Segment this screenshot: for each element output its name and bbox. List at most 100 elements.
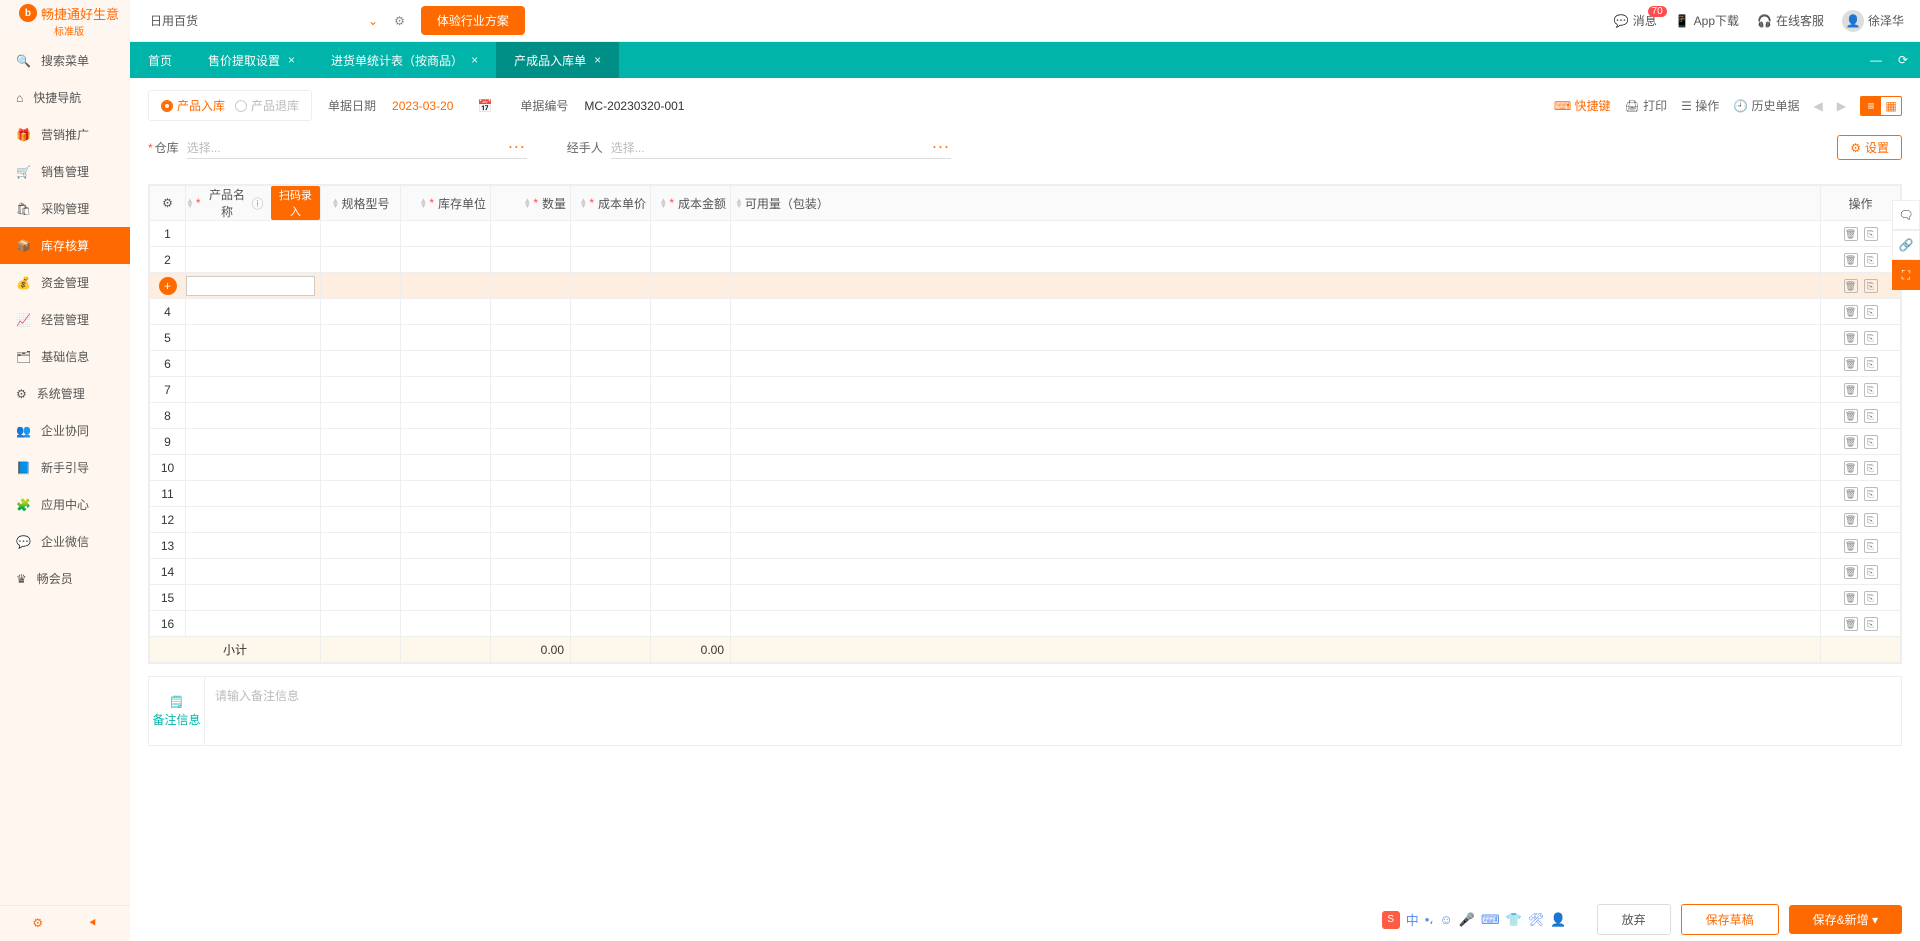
delete-row-icon[interactable]: 🗑 bbox=[1844, 539, 1858, 553]
save-draft-button[interactable]: 保存草稿 bbox=[1681, 904, 1779, 935]
sidebar-item-sales[interactable]: 🛒销售管理 bbox=[0, 153, 130, 190]
sidebar-item-search[interactable]: 🔍搜索菜单 bbox=[0, 42, 130, 79]
sidebar-item-purchase[interactable]: 🛍采购管理 bbox=[0, 190, 130, 227]
tab-purchase-report[interactable]: 进货单统计表（按商品）× bbox=[313, 42, 496, 78]
col-unit-header[interactable]: ▲▼*库存单位 bbox=[401, 186, 491, 221]
copy-row-icon[interactable]: ⎘ bbox=[1864, 487, 1878, 501]
table-row[interactable]: 13🗑⎘ bbox=[150, 533, 1901, 559]
scan-input-button[interactable]: 扫码录入 bbox=[271, 186, 320, 220]
copy-row-icon[interactable]: ⎘ bbox=[1864, 513, 1878, 527]
table-row[interactable]: 5🗑⎘ bbox=[150, 325, 1901, 351]
prev-doc-icon[interactable]: ◀ bbox=[1814, 99, 1823, 113]
delete-row-icon[interactable]: 🗑 bbox=[1844, 253, 1858, 267]
sidebar-item-inventory[interactable]: 📦库存核算 bbox=[0, 227, 130, 264]
tab-home[interactable]: 首页 bbox=[130, 42, 190, 78]
copy-row-icon[interactable]: ⎘ bbox=[1864, 409, 1878, 423]
remark-input[interactable]: 请输入备注信息 bbox=[205, 677, 1901, 745]
copy-row-icon[interactable]: ⎘ bbox=[1864, 331, 1878, 345]
sidebar-item-basicinfo[interactable]: 🗂基础信息 bbox=[0, 338, 130, 375]
col-price-header[interactable]: ▲▼*成本单价 bbox=[571, 186, 651, 221]
mode-out-radio[interactable]: 产品退库 bbox=[235, 97, 299, 114]
tabs-refresh-icon[interactable]: ⟳ bbox=[1894, 51, 1912, 69]
product-name-input[interactable] bbox=[186, 276, 315, 296]
view-list-icon[interactable]: ≡ bbox=[1861, 97, 1881, 115]
more-icon[interactable]: ··· bbox=[933, 140, 951, 154]
table-row[interactable]: 6🗑⎘ bbox=[150, 351, 1901, 377]
copy-row-icon[interactable]: ⎘ bbox=[1864, 461, 1878, 475]
ime-toolbar[interactable]: S 中 •، ☺ 🎤 ⌨ 👕 🛠 👤 bbox=[1382, 910, 1567, 929]
tab-price-extract[interactable]: 售价提取设置× bbox=[190, 42, 313, 78]
delete-row-icon[interactable]: 🗑 bbox=[1844, 305, 1858, 319]
delete-row-icon[interactable]: 🗑 bbox=[1844, 591, 1858, 605]
table-row[interactable]: 14🗑⎘ bbox=[150, 559, 1901, 585]
tabs-minimize-icon[interactable]: — bbox=[1866, 51, 1886, 69]
close-icon[interactable]: × bbox=[288, 53, 295, 67]
logo-area[interactable]: b 畅捷通好生意 标准版 bbox=[0, 0, 130, 42]
delete-row-icon[interactable]: 🗑 bbox=[1844, 461, 1858, 475]
sidebar-item-marketing[interactable]: 🎁营销推广 bbox=[0, 116, 130, 153]
col-product-name-header[interactable]: ▲▼*产品名称ⓘ 扫码录入 bbox=[186, 186, 321, 221]
table-row[interactable]: 4🗑⎘ bbox=[150, 299, 1901, 325]
save-new-button[interactable]: 保存&新增 ▾ bbox=[1789, 905, 1902, 934]
dock-expand-icon[interactable]: ⛶ bbox=[1892, 260, 1920, 290]
operate-button[interactable]: ☰ 操作 bbox=[1681, 97, 1719, 114]
sidebar-item-system[interactable]: ⚙系统管理 bbox=[0, 375, 130, 412]
delete-row-icon[interactable]: 🗑 bbox=[1844, 409, 1858, 423]
copy-row-icon[interactable]: ⎘ bbox=[1864, 279, 1878, 293]
experience-plan-button[interactable]: 体验行业方案 bbox=[421, 6, 525, 35]
col-avail-header[interactable]: ▲▼可用量（包装） bbox=[731, 186, 1821, 221]
sidebar-item-wework[interactable]: 💬企业微信 bbox=[0, 523, 130, 560]
table-row[interactable]: 1🗑⎘ bbox=[150, 221, 1901, 247]
tab-product-in[interactable]: 产成品入库单× bbox=[496, 42, 619, 78]
delete-row-icon[interactable]: 🗑 bbox=[1844, 227, 1858, 241]
business-category-select[interactable]: 日用百货 ⌄ bbox=[150, 12, 378, 29]
delete-row-icon[interactable]: 🗑 bbox=[1844, 487, 1858, 501]
table-row[interactable]: 7🗑⎘ bbox=[150, 377, 1901, 403]
close-icon[interactable]: × bbox=[594, 53, 601, 67]
view-grid-icon[interactable]: ▦ bbox=[1881, 97, 1901, 115]
delete-row-icon[interactable]: 🗑 bbox=[1844, 357, 1858, 371]
table-row[interactable]: +🗑⎘ bbox=[150, 273, 1901, 299]
table-row[interactable]: 9🗑⎘ bbox=[150, 429, 1901, 455]
table-row[interactable]: 2🗑⎘ bbox=[150, 247, 1901, 273]
sidebar-item-appcenter[interactable]: 🧩应用中心 bbox=[0, 486, 130, 523]
sidebar-item-collab[interactable]: 👥企业协同 bbox=[0, 412, 130, 449]
copy-row-icon[interactable]: ⎘ bbox=[1864, 435, 1878, 449]
online-service-button[interactable]: 🎧 在线客服 bbox=[1757, 12, 1824, 29]
copy-row-icon[interactable]: ⎘ bbox=[1864, 617, 1878, 631]
table-row[interactable]: 15🗑⎘ bbox=[150, 585, 1901, 611]
copy-row-icon[interactable]: ⎘ bbox=[1864, 305, 1878, 319]
date-value[interactable]: 2023-03-20 bbox=[392, 99, 453, 113]
settings-button[interactable]: ⚙ 设置 bbox=[1837, 135, 1902, 160]
table-row[interactable]: 12🗑⎘ bbox=[150, 507, 1901, 533]
copy-row-icon[interactable]: ⎘ bbox=[1864, 253, 1878, 267]
sidebar-item-guide[interactable]: 📘新手引导 bbox=[0, 449, 130, 486]
close-icon[interactable]: × bbox=[471, 53, 478, 67]
next-doc-icon[interactable]: ▶ bbox=[1837, 99, 1846, 113]
table-row[interactable]: 16🗑⎘ bbox=[150, 611, 1901, 637]
delete-row-icon[interactable]: 🗑 bbox=[1844, 565, 1858, 579]
copy-row-icon[interactable]: ⎘ bbox=[1864, 539, 1878, 553]
table-row[interactable]: 11🗑⎘ bbox=[150, 481, 1901, 507]
copy-row-icon[interactable]: ⎘ bbox=[1864, 227, 1878, 241]
sidebar-item-operation[interactable]: 📈经营管理 bbox=[0, 301, 130, 338]
mode-in-radio[interactable]: 产品入库 bbox=[161, 97, 225, 114]
table-row[interactable]: 10🗑⎘ bbox=[150, 455, 1901, 481]
sidebar-item-member[interactable]: ♛畅会员 bbox=[0, 560, 130, 597]
delete-row-icon[interactable]: 🗑 bbox=[1844, 435, 1858, 449]
sidebar-item-quicknav[interactable]: ⌂快捷导航 bbox=[0, 79, 130, 116]
gear-icon[interactable]: ⚙ bbox=[394, 14, 405, 28]
col-spec-header[interactable]: ▲▼规格型号 bbox=[321, 186, 401, 221]
print-button[interactable]: 🖨 打印 bbox=[1625, 97, 1668, 114]
col-amount-header[interactable]: ▲▼*成本金额 bbox=[651, 186, 731, 221]
calendar-icon[interactable]: 📅 bbox=[477, 99, 492, 113]
delete-row-icon[interactable]: 🗑 bbox=[1844, 617, 1858, 631]
copy-row-icon[interactable]: ⎘ bbox=[1864, 357, 1878, 371]
sidebar-item-funds[interactable]: 💰资金管理 bbox=[0, 264, 130, 301]
shortcut-button[interactable]: ⌨ 快捷键 bbox=[1554, 97, 1611, 114]
history-button[interactable]: 🕘 历史单据 bbox=[1733, 97, 1799, 114]
copy-row-icon[interactable]: ⎘ bbox=[1864, 565, 1878, 579]
col-config-header[interactable]: ⚙ bbox=[150, 186, 186, 221]
delete-row-icon[interactable]: 🗑 bbox=[1844, 383, 1858, 397]
collapse-icon[interactable]: ⯇ bbox=[88, 916, 98, 931]
